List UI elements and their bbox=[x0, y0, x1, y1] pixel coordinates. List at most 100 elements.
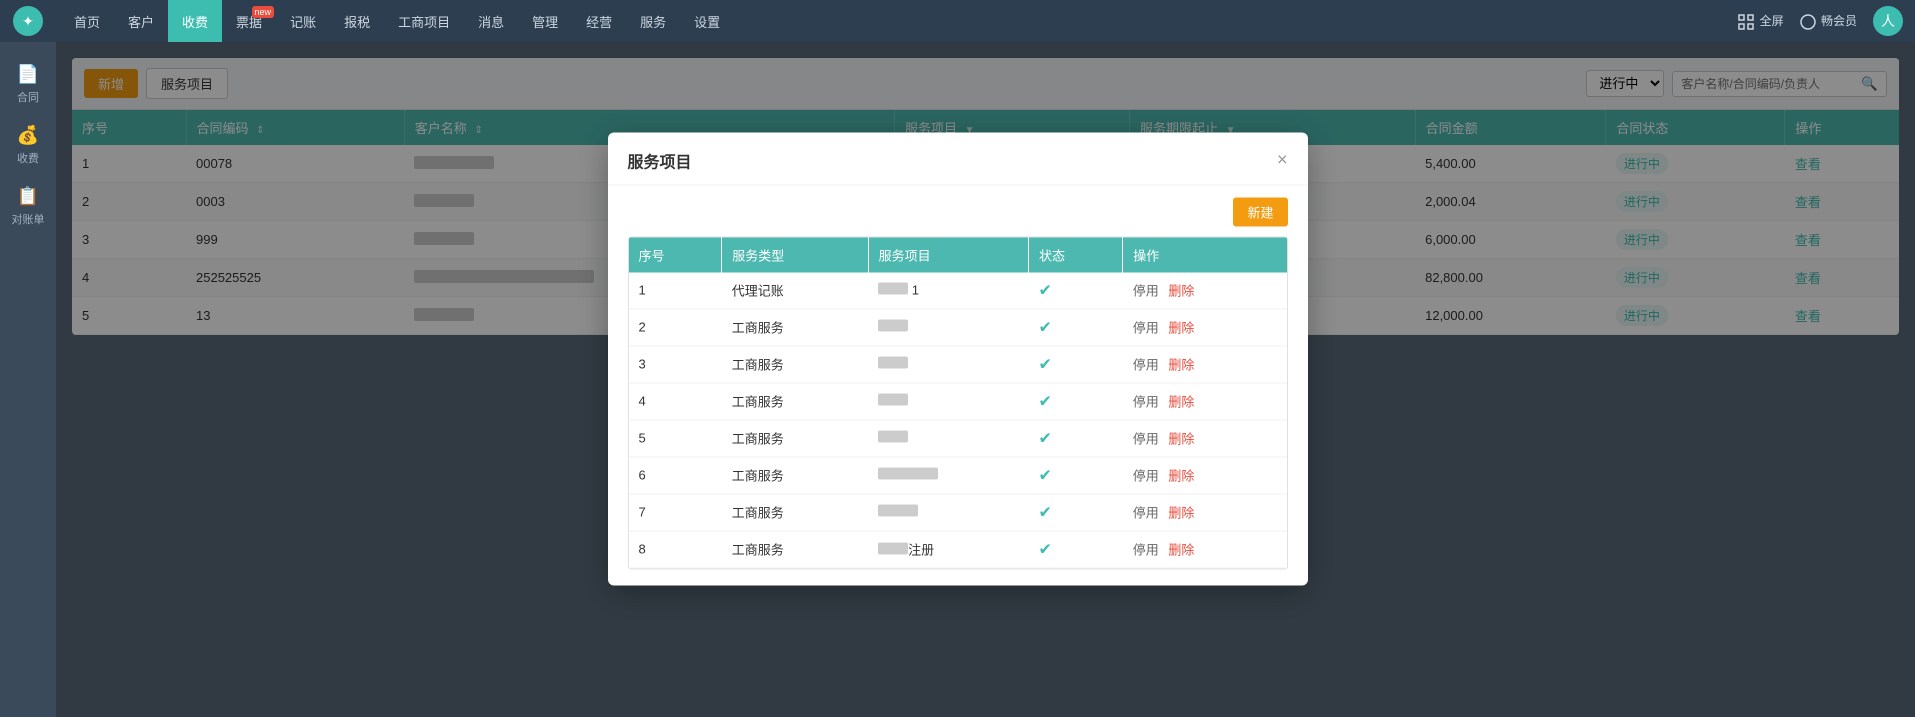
modal-close-button[interactable]: × bbox=[1277, 150, 1288, 171]
status-check-icon: ✔ bbox=[1039, 467, 1052, 484]
nav-message[interactable]: 消息 bbox=[464, 0, 518, 42]
modal-cell-item bbox=[868, 457, 1028, 494]
modal-cell-item bbox=[868, 309, 1028, 346]
modal-cell-type: 代理记账 bbox=[722, 272, 868, 309]
status-check-icon: ✔ bbox=[1039, 504, 1052, 521]
stop-button[interactable]: 停用 bbox=[1133, 284, 1159, 299]
modal-cell-action[interactable]: 停用 删除 bbox=[1123, 531, 1287, 568]
sidebar-item-statement[interactable]: 📋 对账单 bbox=[0, 176, 56, 237]
nav-client[interactable]: 客户 bbox=[114, 0, 168, 42]
modal-cell-type: 工商服务 bbox=[722, 383, 868, 420]
modal-cell-type: 工商服务 bbox=[722, 420, 868, 457]
modal-cell-status: ✔ bbox=[1029, 420, 1123, 457]
modal-cell-item: 注册 bbox=[868, 531, 1028, 568]
delete-button[interactable]: 删除 bbox=[1168, 395, 1194, 410]
nav-bill[interactable]: 票据 new bbox=[222, 0, 276, 42]
delete-button[interactable]: 删除 bbox=[1168, 284, 1194, 299]
nav-fee[interactable]: 收费 bbox=[168, 0, 222, 42]
modal-cell-type: 工商服务 bbox=[722, 309, 868, 346]
modal-col-type: 服务类型 bbox=[722, 237, 868, 272]
modal-col-item: 服务项目 bbox=[868, 237, 1028, 272]
delete-button[interactable]: 删除 bbox=[1168, 506, 1194, 521]
sidebar-label-contract: 合同 bbox=[17, 89, 39, 105]
status-check-icon: ✔ bbox=[1039, 356, 1052, 373]
delete-button[interactable]: 删除 bbox=[1168, 469, 1194, 484]
modal-cell-action[interactable]: 停用 删除 bbox=[1123, 457, 1287, 494]
modal-cell-item: 1 bbox=[868, 272, 1028, 309]
modal-col-seq: 序号 bbox=[629, 237, 722, 272]
modal-cell-type: 工商服务 bbox=[722, 457, 868, 494]
status-check-icon: ✔ bbox=[1039, 282, 1052, 299]
modal-table-row: 5 工商服务 ✔ 停用 删除 bbox=[629, 420, 1287, 457]
modal-cell-seq: 7 bbox=[629, 494, 722, 531]
modal-cell-seq: 1 bbox=[629, 272, 722, 309]
nav-tax[interactable]: 报税 bbox=[330, 0, 384, 42]
modal-cell-item bbox=[868, 346, 1028, 383]
modal-cell-status: ✔ bbox=[1029, 457, 1123, 494]
delete-button[interactable]: 删除 bbox=[1168, 543, 1194, 558]
stop-button[interactable]: 停用 bbox=[1133, 469, 1159, 484]
logo[interactable]: ✦ bbox=[12, 5, 44, 37]
sidebar-item-contract[interactable]: 📄 合同 bbox=[0, 54, 56, 115]
modal-table: 序号 服务类型 服务项目 状态 操作 1 代理记账 1 ✔ 停用 删除 2 工商… bbox=[629, 237, 1287, 568]
nav-biz[interactable]: 工商项目 bbox=[384, 0, 464, 42]
modal-cell-action[interactable]: 停用 删除 bbox=[1123, 346, 1287, 383]
modal-cell-type: 工商服务 bbox=[722, 494, 868, 531]
statement-icon: 📋 bbox=[17, 186, 39, 207]
nav-manage[interactable]: 管理 bbox=[518, 0, 572, 42]
avatar[interactable]: 人 bbox=[1873, 6, 1903, 36]
modal-cell-type: 工商服务 bbox=[722, 346, 868, 383]
modal-cell-status: ✔ bbox=[1029, 346, 1123, 383]
modal-cell-status: ✔ bbox=[1029, 383, 1123, 420]
modal-cell-seq: 4 bbox=[629, 383, 722, 420]
modal-cell-seq: 5 bbox=[629, 420, 722, 457]
modal-table-row: 7 工商服务 ✔ 停用 删除 bbox=[629, 494, 1287, 531]
modal-cell-status: ✔ bbox=[1029, 309, 1123, 346]
modal-cell-status: ✔ bbox=[1029, 272, 1123, 309]
modal-body: 新建 序号 服务类型 服务项目 状态 操作 1 代理记账 1 ✔ 停用 删除 bbox=[608, 185, 1308, 585]
svg-text:✦: ✦ bbox=[22, 13, 34, 29]
modal-cell-seq: 2 bbox=[629, 309, 722, 346]
modal-table-row: 4 工商服务 ✔ 停用 删除 bbox=[629, 383, 1287, 420]
modal-cell-item bbox=[868, 420, 1028, 457]
service-modal: 服务项目 × 新建 序号 服务类型 服务项目 状态 操作 1 代理记账 1 bbox=[608, 132, 1308, 585]
modal-toolbar: 新建 bbox=[628, 197, 1288, 226]
modal-table-row: 3 工商服务 ✔ 停用 删除 bbox=[629, 346, 1287, 383]
nav-operation[interactable]: 经营 bbox=[572, 0, 626, 42]
stop-button[interactable]: 停用 bbox=[1133, 395, 1159, 410]
stop-button[interactable]: 停用 bbox=[1133, 506, 1159, 521]
fullscreen-btn[interactable]: 全屏 bbox=[1738, 12, 1783, 30]
nav-right: 全屏 畅会员 人 bbox=[1738, 6, 1903, 36]
fee-icon: 💰 bbox=[17, 125, 39, 146]
modal-cell-action[interactable]: 停用 删除 bbox=[1123, 309, 1287, 346]
modal-cell-status: ✔ bbox=[1029, 531, 1123, 568]
nav-settings[interactable]: 设置 bbox=[680, 0, 734, 42]
fullscreen-label: 全屏 bbox=[1760, 14, 1784, 28]
modal-cell-seq: 6 bbox=[629, 457, 722, 494]
sidebar-item-fee[interactable]: 💰 收费 bbox=[0, 115, 56, 176]
modal-cell-action[interactable]: 停用 删除 bbox=[1123, 272, 1287, 309]
member-btn[interactable]: 畅会员 bbox=[1800, 12, 1857, 30]
stop-button[interactable]: 停用 bbox=[1133, 321, 1159, 336]
stop-button[interactable]: 停用 bbox=[1133, 358, 1159, 373]
modal-new-button[interactable]: 新建 bbox=[1233, 197, 1287, 226]
nav-home[interactable]: 首页 bbox=[60, 0, 114, 42]
modal-table-wrap[interactable]: 序号 服务类型 服务项目 状态 操作 1 代理记账 1 ✔ 停用 删除 2 工商… bbox=[628, 236, 1288, 569]
nav-service[interactable]: 服务 bbox=[626, 0, 680, 42]
modal-cell-item bbox=[868, 494, 1028, 531]
member-label: 畅会员 bbox=[1821, 14, 1857, 28]
stop-button[interactable]: 停用 bbox=[1133, 543, 1159, 558]
modal-cell-action[interactable]: 停用 删除 bbox=[1123, 420, 1287, 457]
status-check-icon: ✔ bbox=[1039, 430, 1052, 447]
status-check-icon: ✔ bbox=[1039, 393, 1052, 410]
modal-col-status: 状态 bbox=[1029, 237, 1123, 272]
delete-button[interactable]: 删除 bbox=[1168, 358, 1194, 373]
modal-cell-type: 工商服务 bbox=[722, 531, 868, 568]
modal-title: 服务项目 bbox=[628, 148, 692, 172]
nav-bookkeeping[interactable]: 记账 bbox=[276, 0, 330, 42]
delete-button[interactable]: 删除 bbox=[1168, 321, 1194, 336]
modal-cell-action[interactable]: 停用 删除 bbox=[1123, 383, 1287, 420]
modal-cell-action[interactable]: 停用 删除 bbox=[1123, 494, 1287, 531]
stop-button[interactable]: 停用 bbox=[1133, 432, 1159, 447]
delete-button[interactable]: 删除 bbox=[1168, 432, 1194, 447]
